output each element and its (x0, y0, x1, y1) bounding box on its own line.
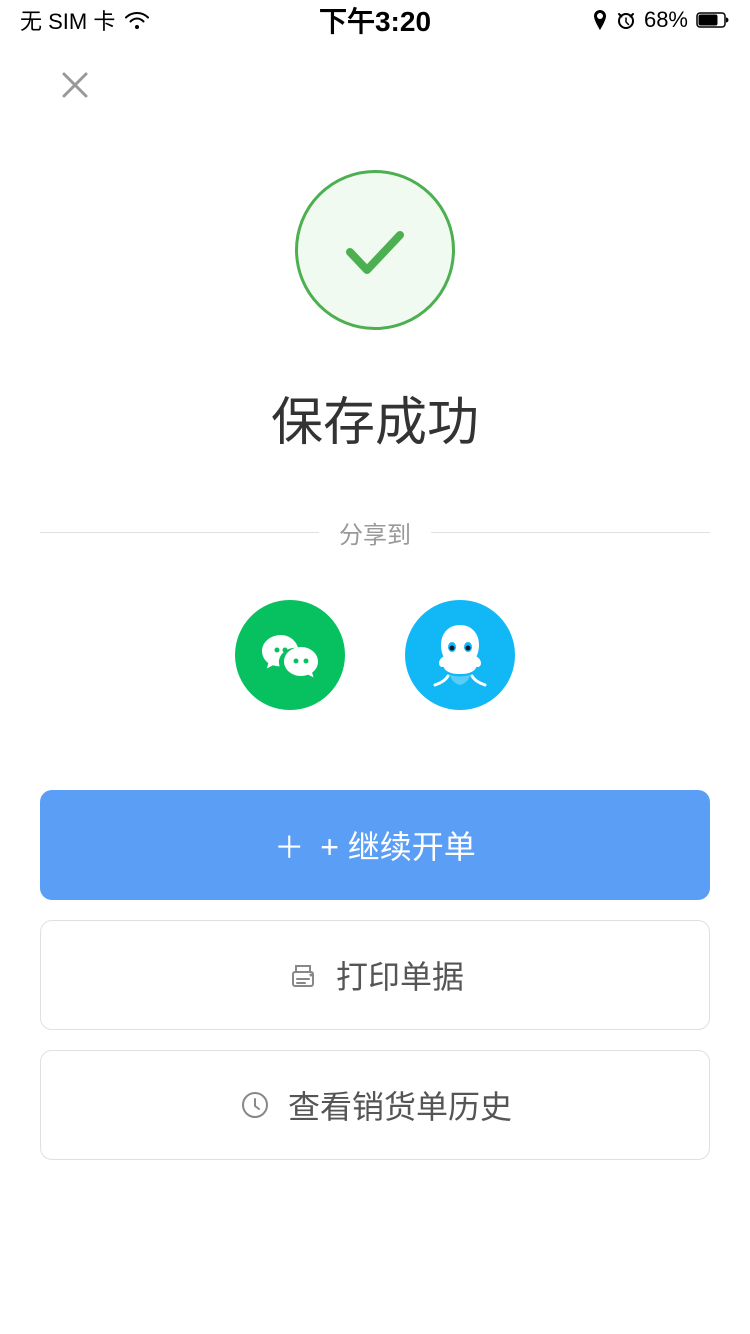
print-label: 打印单据 (336, 952, 464, 998)
share-icons-row (235, 600, 515, 710)
success-title: 保存成功 (271, 380, 479, 455)
print-button[interactable]: 打印单据 (40, 920, 710, 1030)
close-button[interactable] (50, 60, 100, 110)
status-bar: 无 SIM 卡 下午3:20 68% (0, 0, 750, 40)
location-icon (592, 10, 608, 30)
qq-share-button[interactable] (405, 600, 515, 710)
status-right: 68% (592, 7, 730, 33)
success-circle (295, 170, 455, 330)
wechat-icon (259, 627, 321, 683)
wifi-icon (125, 11, 149, 29)
history-label: 查看销货单历史 (288, 1082, 512, 1128)
history-button[interactable]: 查看销货单历史 (40, 1050, 710, 1160)
continue-button[interactable]: ＋ + 继续开单 (40, 790, 710, 900)
battery-text: 68% (644, 7, 688, 33)
continue-label: + 继续开单 (320, 822, 476, 868)
share-divider: 分享到 (40, 515, 710, 550)
history-icon (238, 1088, 272, 1122)
no-sim-text: 无 SIM 卡 (20, 4, 115, 36)
battery-icon (696, 11, 730, 29)
wechat-share-button[interactable] (235, 600, 345, 710)
share-label: 分享到 (339, 515, 411, 550)
close-btn-row (40, 40, 710, 110)
status-time: 下午3:20 (319, 0, 431, 40)
alarm-icon (616, 10, 636, 30)
main-content: 保存成功 分享到 (0, 40, 750, 1334)
checkmark-icon (335, 210, 415, 290)
status-left: 无 SIM 卡 (20, 4, 149, 36)
continue-plus-icon: ＋ (274, 823, 304, 867)
divider-line-left (40, 532, 319, 533)
print-icon (286, 958, 320, 992)
divider-line-right (431, 532, 710, 533)
qq-icon (430, 621, 490, 689)
close-icon (60, 70, 90, 100)
action-buttons: ＋ + 继续开单 打印单据 查看销货单历史 (40, 790, 710, 1160)
